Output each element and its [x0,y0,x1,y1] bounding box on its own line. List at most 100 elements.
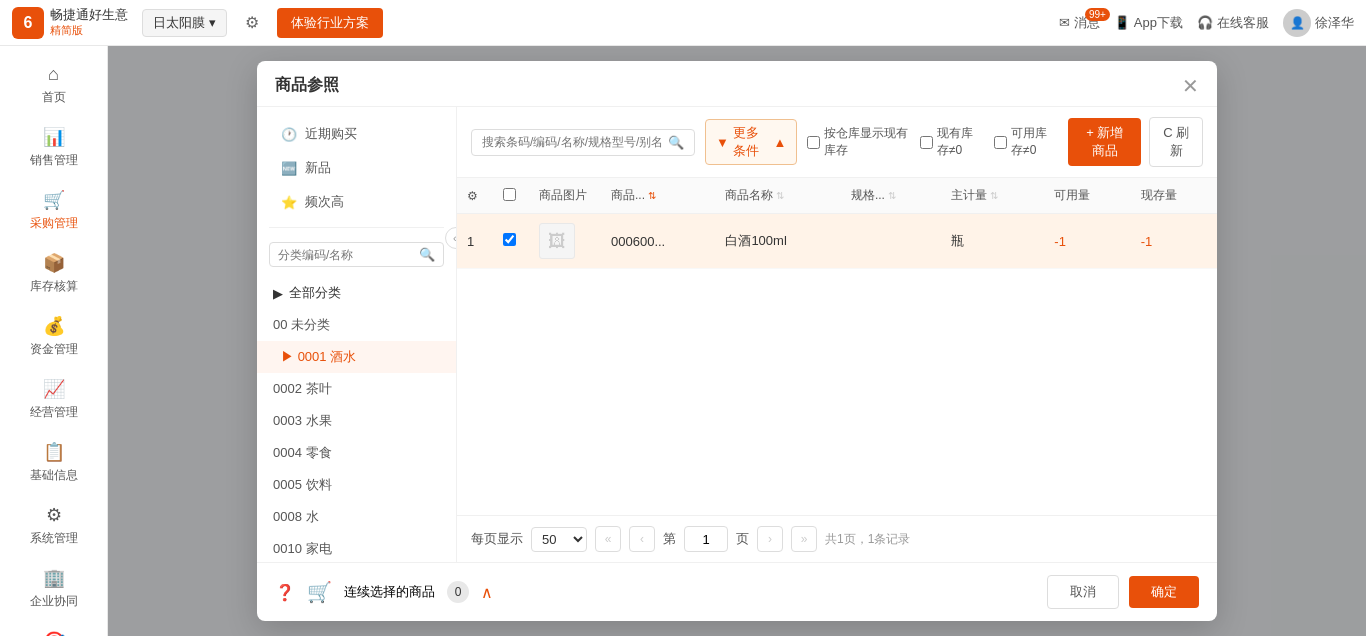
table-row[interactable]: 1 🖼 000600... 白酒100ml [457,214,1217,269]
sidebar-item-sales[interactable]: 📊 销售管理 [0,116,107,179]
refresh-btn[interactable]: C 刷新 [1149,117,1203,167]
select-all-checkbox[interactable] [503,188,516,201]
sidebar-item-label: 库存核算 [30,278,78,295]
sidebar-item-label: 采购管理 [30,215,78,232]
page-last-btn[interactable]: » [791,526,817,552]
th-spec-label: 规格... [851,187,885,204]
sidebar-item-finance[interactable]: 💰 资金管理 [0,305,107,368]
sidebar-item-label: 基础信息 [30,467,78,484]
available-stock-checkbox-label[interactable]: 可用库存≠0 [994,125,1058,159]
settings-icon[interactable]: ⚙ [237,8,267,38]
sort-name-icon: ⇅ [776,190,784,201]
product-table-container: ⚙ 商品图片 [457,178,1217,515]
online-service-btn[interactable]: 🎧 在线客服 [1197,14,1269,32]
th-unit[interactable]: 主计量 ⇅ [941,178,1044,214]
username: 徐泽华 [1315,14,1354,32]
sidebar-item-label: 企业协同 [30,593,78,610]
pagination-bar: 每页显示 50 10 20 100 « ‹ 第 页 [457,515,1217,562]
row-checkbox[interactable] [503,233,516,246]
row-index: 1 [457,214,493,269]
page-first-btn[interactable]: « [595,526,621,552]
available-stock-checkbox[interactable] [994,136,1007,149]
sidebar: ⌂ 首页 📊 销售管理 🛒 采购管理 📦 库存核算 💰 资金管理 📈 经营管理 … [0,46,108,636]
collapse-up-btn[interactable]: ∧ [481,583,493,602]
current-stock-label: 现有库存≠0 [937,125,984,159]
sidebar-item-system[interactable]: ⚙ 系统管理 [0,494,107,557]
user-profile[interactable]: 👤 徐泽华 [1283,9,1354,37]
messages-btn[interactable]: ✉ 消息 99+ [1059,14,1100,32]
product-search-input[interactable] [482,135,662,149]
logo-text: 畅捷通好生意 [50,7,128,23]
top-nav: 6 畅捷通好生意 精简版 日太阳膜 ▾ ⚙ 体验行业方案 ✉ 消息 99+ 📱 … [0,0,1366,46]
per-page-label: 每页显示 [471,530,523,548]
current-stock-checkbox[interactable] [920,136,933,149]
quick-new-label: 新品 [305,159,331,177]
category-all-label: 全部分类 [289,284,341,302]
category-0004[interactable]: 0004 零食 [257,437,456,469]
quick-frequent[interactable]: ⭐ 频次高 [269,185,444,219]
sidebar-item-stock[interactable]: 📦 库存核算 [0,242,107,305]
category-0001[interactable]: ▶ 0001 酒水 [257,341,456,373]
cart-count-badge: 0 [447,581,469,603]
warehouse-stock-checkbox-label[interactable]: 按仓库显示现有库存 [807,125,910,159]
logo-text-block: 畅捷通好生意 精简版 [50,7,128,38]
cancel-btn[interactable]: 取消 [1047,575,1119,609]
category-0005[interactable]: 0005 饮料 [257,469,456,501]
page-input[interactable] [684,526,728,552]
quick-new[interactable]: 🆕 新品 [269,151,444,185]
add-product-btn[interactable]: + 新增商品 [1068,118,1141,166]
page-prev-btn[interactable]: ‹ [629,526,655,552]
current-stock-checkbox-label[interactable]: 现有库存≠0 [920,125,984,159]
th-settings[interactable]: ⚙ [457,178,493,214]
modal-body: 🕐 近期购买 🆕 新品 ⭐ 频次高 [257,107,1217,562]
modal-close-btn[interactable]: ✕ [1182,76,1199,96]
category-all[interactable]: ▶ 全部分类 [257,277,456,309]
confirm-btn[interactable]: 确定 [1129,576,1199,608]
category-list: ▶ 全部分类 00 未分类 ▶ 0001 酒水 0002 茶叶 0003 水果 … [257,273,456,562]
row-available: -1 [1044,214,1130,269]
cart-icon[interactable]: 🛒 [307,580,332,604]
category-0010[interactable]: 0010 家电 [257,533,456,562]
store-selector[interactable]: 日太阳膜 ▾ [142,9,227,37]
page-suffix: 页 [736,530,749,548]
sales-icon: 📊 [43,126,65,148]
page-next-btn[interactable]: › [757,526,783,552]
experience-btn[interactable]: 体验行业方案 [277,8,383,38]
collapse-panel-btn[interactable]: « [445,227,457,249]
warehouse-stock-checkbox[interactable] [807,136,820,149]
search-submit-icon[interactable]: 🔍 [668,135,684,150]
sidebar-item-purchase[interactable]: 🛒 采购管理 [0,179,107,242]
category-search-input[interactable] [278,248,413,262]
category-0008[interactable]: 0008 水 [257,501,456,533]
sidebar-item-operation[interactable]: 📈 经营管理 [0,368,107,431]
th-stock: 现存量 [1131,178,1217,214]
available-stock-label: 可用库存≠0 [1011,125,1058,159]
product-image: 🖼 [539,223,575,259]
sort-spec-icon: ⇅ [888,190,896,201]
quick-recent[interactable]: 🕐 近期购买 [269,117,444,151]
continuous-label: 连续选择的商品 [344,583,435,601]
store-name: 日太阳膜 [153,14,205,32]
category-0003[interactable]: 0003 水果 [257,405,456,437]
messages-badge: 99+ [1085,8,1110,21]
guide-icon: 🎯 [43,630,65,636]
sidebar-item-enterprise[interactable]: 🏢 企业协同 [0,557,107,620]
category-0002[interactable]: 0002 茶叶 [257,373,456,405]
th-name[interactable]: 商品名称 ⇅ [715,178,840,214]
modal-overlay: 商品参照 ✕ 🕐 近期购买 🆕 [108,46,1366,636]
th-spec[interactable]: 规格... ⇅ [841,178,941,214]
th-code[interactable]: 商品... ⇅ [601,178,715,214]
main-content: 商品参照 ✕ 🕐 近期购买 🆕 [108,46,1366,636]
more-filter-btn[interactable]: ▼ 更多条件 ▲ [705,119,797,165]
app-download-btn[interactable]: 📱 App下载 [1114,14,1183,32]
help-icon[interactable]: ❓ [275,583,295,602]
logo-area: 6 畅捷通好生意 精简版 [12,7,132,39]
category-00[interactable]: 00 未分类 [257,309,456,341]
per-page-select[interactable]: 50 10 20 100 [531,527,587,552]
quick-access-section: 🕐 近期购买 🆕 新品 ⭐ 频次高 [257,117,456,219]
sidebar-item-basic[interactable]: 📋 基础信息 [0,431,107,494]
sidebar-item-guide[interactable]: 🎯 新手引导 [0,620,107,636]
dropdown-icon: ▾ [209,15,216,30]
sidebar-item-home[interactable]: ⌂ 首页 [0,54,107,116]
new-icon: 🆕 [281,161,297,176]
